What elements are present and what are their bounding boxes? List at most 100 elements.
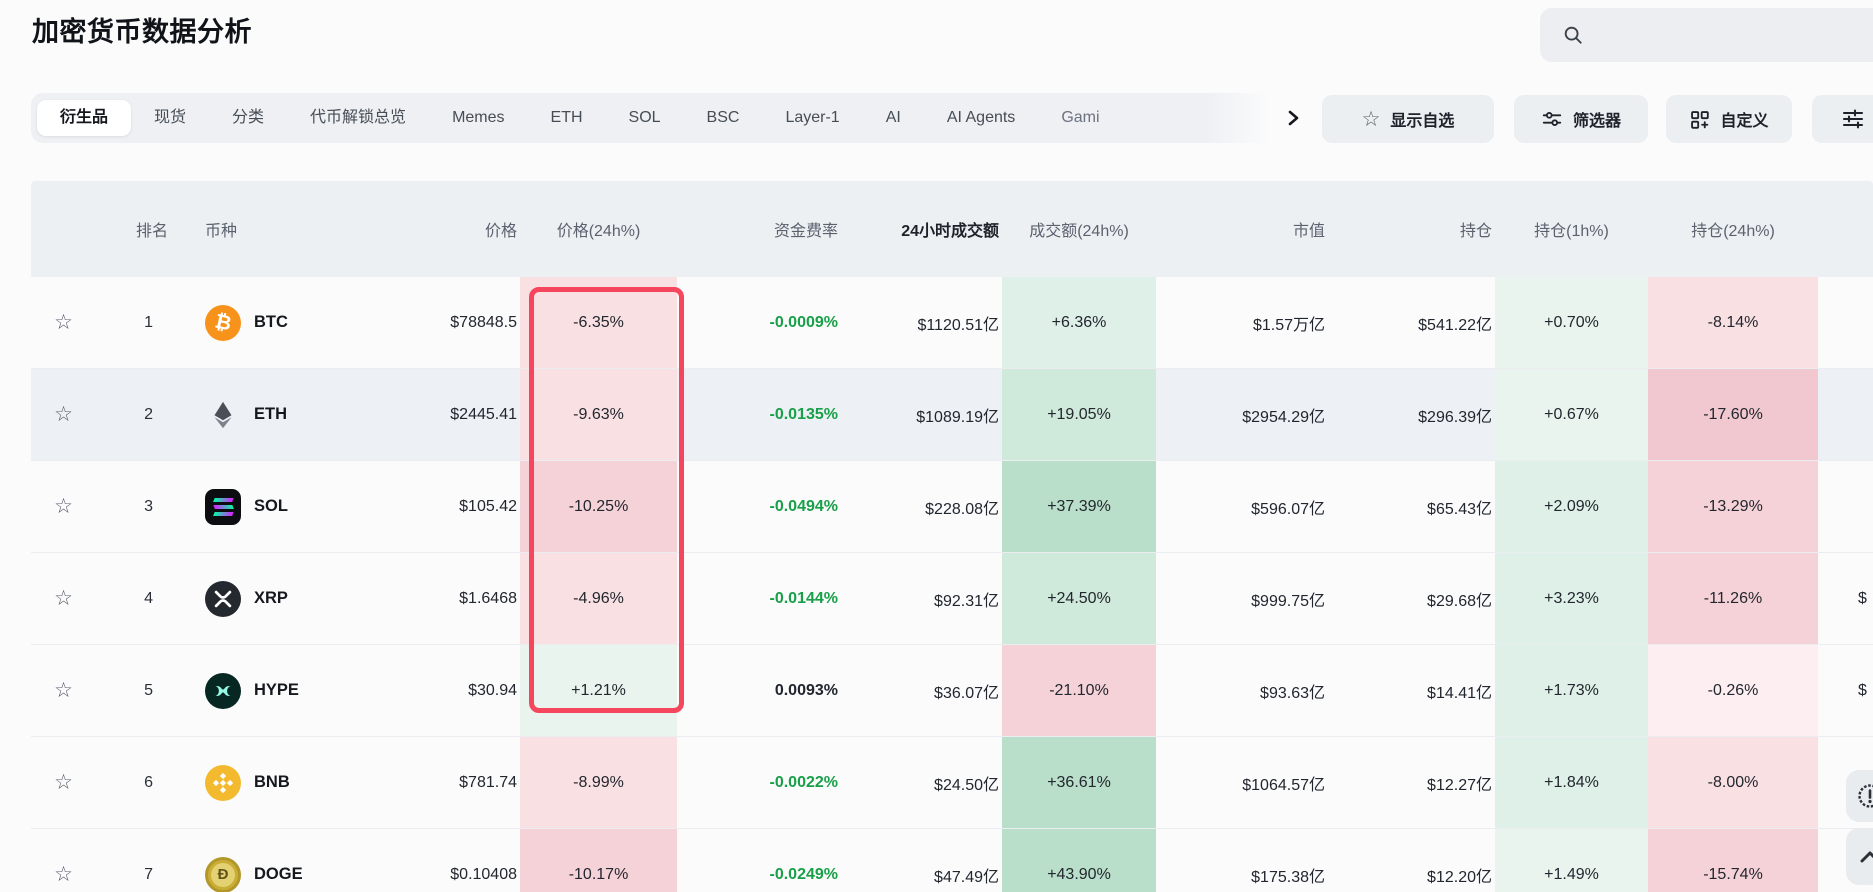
tab-item-2[interactable]: 分类 bbox=[209, 100, 287, 136]
oi-24h-cell: -15.74% bbox=[1648, 829, 1818, 892]
tab-item-9[interactable]: AI bbox=[863, 100, 924, 136]
customize-button[interactable]: 自定义 bbox=[1666, 95, 1792, 143]
tab-item-3[interactable]: 代币解锁总览 bbox=[287, 100, 429, 136]
funding-rate-cell: -0.0135% bbox=[769, 405, 839, 423]
coin-cell: SOL bbox=[171, 461, 426, 552]
open-interest-cell: $541.22亿 bbox=[1418, 316, 1492, 334]
open-interest-cell: $65.43亿 bbox=[1427, 500, 1492, 518]
volume-24h-cell: $1089.19亿 bbox=[916, 408, 999, 426]
table-row-eth[interactable]: ☆ 2 ETH $2445.41 -9.63% -0.0135% $1089.19亿 +19… bbox=[31, 369, 1873, 461]
favorite-star-icon[interactable]: ☆ bbox=[54, 588, 73, 609]
volume-pct-cell: +36.61% bbox=[1002, 737, 1156, 828]
header-price[interactable]: 价格 bbox=[426, 217, 520, 241]
coin-symbol: DOGE bbox=[254, 865, 303, 883]
oi-1h-cell: +2.09% bbox=[1495, 461, 1648, 552]
market-cap-cell: $596.07亿 bbox=[1251, 500, 1325, 518]
header-market-cap[interactable]: 市值 bbox=[1156, 217, 1328, 241]
show-favorites-button[interactable]: ☆ 显示自选 bbox=[1322, 95, 1494, 143]
table-row-doge[interactable]: ☆ 7 Ð DOGE $0.10408 -10.17% -0.0249% $47.49亿 +43… bbox=[31, 829, 1873, 892]
clipped-next-column-cell bbox=[1818, 277, 1873, 368]
oi-24h-cell: -0.26% bbox=[1648, 645, 1818, 736]
market-cap-cell: $999.75亿 bbox=[1251, 592, 1325, 610]
badge-alert-icon bbox=[1858, 784, 1873, 808]
favorite-star-icon[interactable]: ☆ bbox=[54, 864, 73, 885]
show-favorites-label: 显示自选 bbox=[1390, 113, 1455, 130]
open-interest-cell: $12.20亿 bbox=[1427, 868, 1492, 886]
crypto-table: 排名 币种 价格 价格(24h%) 资金费率 24小时成交额 成交额(24h%)… bbox=[31, 181, 1873, 892]
favorite-star-icon[interactable]: ☆ bbox=[54, 404, 73, 425]
chevron-right-icon[interactable] bbox=[1280, 105, 1306, 131]
header-coin[interactable]: 币种 bbox=[171, 217, 426, 241]
favorite-star-icon[interactable]: ☆ bbox=[54, 772, 73, 793]
tab-item-1[interactable]: 现货 bbox=[131, 100, 209, 136]
favorite-star-icon[interactable]: ☆ bbox=[54, 496, 73, 517]
oi-1h-cell: +0.70% bbox=[1495, 277, 1648, 368]
header-rank[interactable]: 排名 bbox=[96, 217, 171, 241]
volume-24h-cell: $47.49亿 bbox=[934, 868, 999, 886]
oi-1h-cell: +3.23% bbox=[1495, 553, 1648, 644]
table-row-xrp[interactable]: ☆ 4 XRP $1.6468 -4.96% -0.0144% $92.31亿 +24.50… bbox=[31, 553, 1873, 645]
tab-item-8[interactable]: Layer-1 bbox=[762, 100, 862, 136]
scroll-to-top-button[interactable] bbox=[1846, 828, 1873, 885]
table-body: ☆ 1 ₿ BTC $78848.5 -6.35% -0.0009% $1120.51亿 +6.… bbox=[31, 277, 1873, 892]
rank-cell: 3 bbox=[144, 497, 153, 515]
category-tab-bar: 衍生品 现货 分类 代币解锁总览 Memes ETH SOL BSC Layer-1 AI AI A… bbox=[31, 93, 1307, 143]
market-cap-cell: $93.63亿 bbox=[1260, 684, 1325, 702]
tab-item-4[interactable]: Memes bbox=[429, 100, 527, 136]
open-interest-cell: $14.41亿 bbox=[1427, 684, 1492, 702]
tab-item-11[interactable]: Gami bbox=[1038, 100, 1103, 136]
header-oi-24h[interactable]: 持仓(24h%) bbox=[1648, 217, 1818, 241]
price-24h-cell: -8.99% bbox=[520, 737, 677, 828]
clipped-next-column-cell: $ bbox=[1858, 681, 1867, 699]
open-interest-cell: $12.27亿 bbox=[1427, 776, 1492, 794]
header-volume-pct[interactable]: 成交额(24h%) bbox=[1002, 217, 1156, 241]
search-icon bbox=[1564, 26, 1582, 44]
tab-item-7[interactable]: BSC bbox=[684, 100, 763, 136]
rank-cell: 1 bbox=[144, 313, 153, 331]
column-settings-button[interactable] bbox=[1812, 95, 1873, 143]
tab-item-6[interactable]: SOL bbox=[606, 100, 684, 136]
header-funding-rate[interactable]: 资金费率 bbox=[677, 217, 841, 241]
table-row-hype[interactable]: ☆ 5 HYPE $30.94 +1.21% 0.0093% $36.07亿 -21.10%… bbox=[31, 645, 1873, 737]
tab-item-0[interactable]: 衍生品 bbox=[37, 100, 132, 136]
rank-cell: 2 bbox=[144, 405, 153, 423]
alert-badge-button[interactable] bbox=[1846, 770, 1873, 822]
chevron-up-icon bbox=[1860, 851, 1873, 862]
price-cell: $2445.41 bbox=[450, 405, 517, 423]
filter-button[interactable]: 筛选器 bbox=[1514, 95, 1648, 143]
volume-pct-cell: -21.10% bbox=[1002, 645, 1156, 736]
price-cell: $30.94 bbox=[468, 681, 517, 699]
price-cell: $105.42 bbox=[459, 497, 517, 515]
search-input[interactable] bbox=[1540, 8, 1873, 62]
header-price-24h[interactable]: 价格(24h%) bbox=[520, 217, 677, 241]
header-oi-1h[interactable]: 持仓(1h%) bbox=[1495, 217, 1648, 241]
oi-1h-cell: +1.73% bbox=[1495, 645, 1648, 736]
favorite-star-icon[interactable]: ☆ bbox=[54, 312, 73, 333]
tab-item-5[interactable]: ETH bbox=[528, 100, 606, 136]
table-row-sol[interactable]: ☆ 3 SOL $105.42 -10.25% -0.0494% $228.08亿 +37.3… bbox=[31, 461, 1873, 553]
volume-pct-cell: +43.90% bbox=[1002, 829, 1156, 892]
favorite-star-icon[interactable]: ☆ bbox=[54, 680, 73, 701]
sol-icon bbox=[205, 488, 241, 525]
star-icon: ☆ bbox=[1361, 106, 1381, 131]
tab-item-10[interactable]: AI Agents bbox=[924, 100, 1039, 136]
coin-symbol: BNB bbox=[254, 773, 290, 791]
table-row-bnb[interactable]: ☆ 6 BNB $781.74 -8.99% -0.0022% $24.50亿 +36.61… bbox=[31, 737, 1873, 829]
volume-24h-cell: $92.31亿 bbox=[934, 592, 999, 610]
clipped-next-column-cell: $ bbox=[1858, 589, 1867, 607]
hype-icon bbox=[205, 672, 241, 709]
header-volume-24h[interactable]: 24小时成交额 bbox=[841, 217, 1002, 241]
oi-1h-cell: +0.67% bbox=[1495, 369, 1648, 460]
table-row-btc[interactable]: ☆ 1 ₿ BTC $78848.5 -6.35% -0.0009% $1120.51亿 +6.… bbox=[31, 277, 1873, 369]
oi-24h-cell: -13.29% bbox=[1648, 461, 1818, 552]
market-cap-cell: $2954.29亿 bbox=[1242, 408, 1325, 426]
grid-plus-icon bbox=[1691, 110, 1710, 129]
header-open-interest[interactable]: 持仓 bbox=[1328, 217, 1495, 241]
clipped-next-column-cell bbox=[1818, 461, 1873, 552]
volume-pct-cell: +37.39% bbox=[1002, 461, 1156, 552]
volume-pct-cell: +6.36% bbox=[1002, 277, 1156, 368]
funding-rate-cell: -0.0144% bbox=[769, 589, 839, 607]
funding-rate-cell: -0.0494% bbox=[769, 497, 839, 515]
search-text-field[interactable] bbox=[1594, 25, 1838, 45]
volume-24h-cell: $1120.51亿 bbox=[917, 316, 999, 334]
